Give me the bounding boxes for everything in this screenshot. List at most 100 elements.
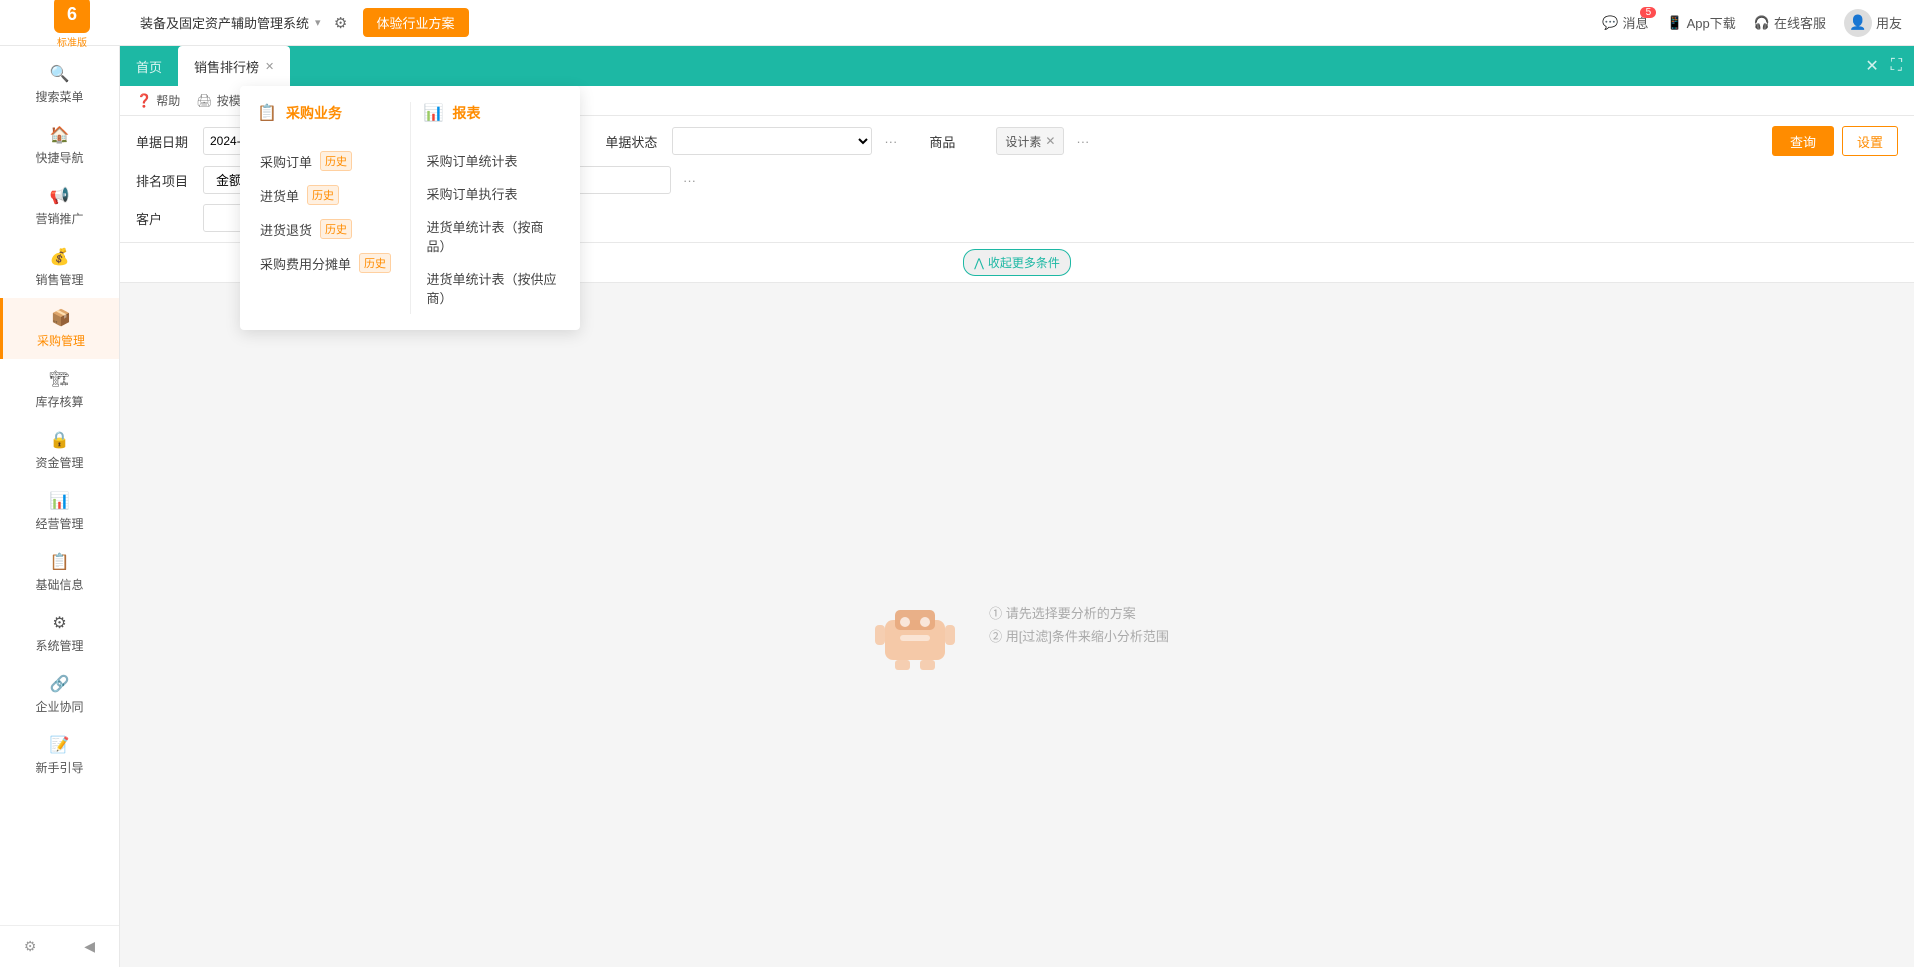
sidebar-item-quick-label: 快捷导航 [35, 149, 83, 166]
help-icon: ❓ [136, 93, 152, 109]
tab-sales-rank-label: 销售排行榜 [194, 57, 259, 76]
sidebar-item-basic[interactable]: 📋 基础信息 [0, 542, 119, 603]
system-title-area: 装备及固定资产辅助管理系统 ▾ ⚙ [140, 9, 355, 37]
tab-home[interactable]: 首页 [120, 46, 178, 86]
main-layout: 🔍 搜索菜单 🏠 快捷导航 📢 营销推广 💰 销售管理 📦 采购管理 🏗 库存核… [0, 46, 1914, 967]
sidebar-item-collab-label: 企业协同 [35, 698, 83, 715]
logo-icon: 6 [54, 0, 90, 33]
collapse-btn-label: 收起更多条件 [988, 254, 1060, 271]
dropdown-item-inbound-supplier-label: 进货单统计表（按供应商） [427, 269, 561, 307]
setting-btn[interactable]: 设置 [1842, 126, 1898, 156]
sidebar-item-finance-label: 资金管理 [35, 454, 83, 471]
sidebar-item-newbie-label: 新手引导 [35, 759, 83, 776]
online-service-btn[interactable]: 🎧 在线客服 [1754, 13, 1826, 32]
app-download-btn[interactable]: 📱 App下载 [1666, 13, 1735, 32]
inventory-icon: 🏗 [49, 369, 69, 389]
purchase-dropdown-menu: 📋 采购业务 采购订单 历史 进货单 历史 进货退货 历史 采购费用分摊单 [240, 86, 580, 330]
goods-tag: 设计素 ✕ [996, 127, 1064, 155]
dropdown-item-order-exec[interactable]: 采购订单执行表 [423, 177, 565, 210]
avatar: 👤 [1844, 9, 1872, 37]
logo-area: 6 标准版 [12, 0, 132, 49]
sales-icon: 💰 [50, 247, 70, 267]
dropdown-item-expense-label: 采购费用分摊单 [260, 254, 351, 273]
message-icon: 💬 [1602, 15, 1618, 31]
goods-tag-text: 设计素 [1005, 133, 1041, 150]
dropdown-item-order-stats[interactable]: 采购订单统计表 [423, 144, 565, 177]
sidebar-item-newbie[interactable]: 📝 新手引导 [0, 725, 119, 786]
sidebar-item-finance[interactable]: 🔒 资金管理 [0, 420, 119, 481]
sidebar-item-search[interactable]: 🔍 搜索菜单 [0, 54, 119, 115]
operation-icon: 📊 [50, 491, 70, 511]
sidebar-item-inventory-label: 库存核算 [35, 393, 83, 410]
status-label: 单据状态 [605, 132, 660, 151]
collab-icon: 🔗 [50, 674, 70, 694]
dropdown-item-return-label: 进货退货 [260, 220, 312, 239]
sidebar: 🔍 搜索菜单 🏠 快捷导航 📢 营销推广 💰 销售管理 📦 采购管理 🏗 库存核… [0, 46, 120, 967]
online-service-label: 在线客服 [1774, 13, 1826, 32]
collapse-btn[interactable]: ⋀ 收起更多条件 [963, 249, 1071, 276]
sidebar-item-operation[interactable]: 📊 经营管理 [0, 481, 119, 542]
dropdown-item-purchase-order-label: 采购订单 [260, 152, 312, 171]
tab-close-icon[interactable]: ✕ [265, 60, 274, 73]
status-select[interactable] [672, 127, 872, 155]
purchase-col-title-label: 采购业务 [286, 103, 342, 123]
sidebar-item-sales[interactable]: 💰 销售管理 [0, 237, 119, 298]
settings-icon[interactable]: ⚙ [327, 9, 355, 37]
purchase-col-icon: 📋 [256, 102, 278, 124]
return-history-tag: 历史 [320, 219, 352, 239]
app-download-label: App下载 [1687, 13, 1736, 32]
industry-btn[interactable]: 体验行业方案 [363, 8, 469, 37]
goods-label: 商品 [929, 132, 984, 151]
headset-icon: 🎧 [1754, 15, 1770, 31]
finance-icon: 🔒 [50, 430, 70, 450]
top-bar: 6 标准版 装备及固定资产辅助管理系统 ▾ ⚙ 体验行业方案 💬 消息 5 📱 … [0, 0, 1914, 46]
sidebar-collapse-btn[interactable]: ◀ [84, 938, 95, 955]
print-icon: 🖨 [196, 93, 213, 109]
sidebar-bottom: ⚙ ◀ [0, 925, 119, 967]
marketing-icon: 📢 [50, 186, 70, 206]
tab-expand-btn[interactable]: ⛶ [1887, 53, 1906, 79]
report-col-title: 📊 报表 [423, 102, 565, 130]
message-btn[interactable]: 💬 消息 5 [1602, 13, 1648, 32]
report-col-icon: 📊 [423, 102, 445, 124]
empty-hint1: ① 请先选择要分析的方案 [989, 602, 1169, 625]
tab-sales-rank[interactable]: 销售排行榜 ✕ [178, 46, 290, 86]
inbound-history-tag: 历史 [307, 185, 339, 205]
help-btn[interactable]: ❓ 帮助 [136, 92, 180, 109]
empty-illustration [865, 580, 965, 670]
query-btn[interactable]: 查询 [1772, 126, 1834, 156]
sidebar-settings-btn[interactable]: ⚙ [24, 938, 37, 955]
dropdown-item-inbound[interactable]: 进货单 历史 [256, 178, 398, 212]
sidebar-item-quick[interactable]: 🏠 快捷导航 [0, 115, 119, 176]
home-icon: 🏠 [50, 125, 70, 145]
logo-subtitle: 标准版 [57, 34, 87, 49]
dropdown-item-inbound-goods[interactable]: 进货单统计表（按商品） [423, 210, 565, 262]
title-dropdown-icon[interactable]: ▾ [315, 16, 321, 29]
dropdown-item-inbound-supplier[interactable]: 进货单统计表（按供应商） [423, 262, 565, 314]
sidebar-item-collab[interactable]: 🔗 企业协同 [0, 664, 119, 725]
sidebar-item-inventory[interactable]: 🏗 库存核算 [0, 359, 119, 420]
purchase-icon: 📦 [51, 308, 71, 328]
purchase-business-col: 📋 采购业务 采购订单 历史 进货单 历史 进货退货 历史 采购费用分摊单 [256, 102, 398, 314]
goods-dots-btn[interactable]: ··· [1076, 134, 1089, 149]
dropdown-item-expense[interactable]: 采购费用分摊单 历史 [256, 246, 398, 280]
dropdown-item-return[interactable]: 进货退货 历史 [256, 212, 398, 246]
user-area[interactable]: 👤 用友 [1844, 9, 1902, 37]
sidebar-item-sales-label: 销售管理 [35, 271, 83, 288]
tab-close-all-btn[interactable]: ✕ [1861, 52, 1882, 80]
status-dots-btn[interactable]: ··· [884, 134, 897, 149]
newbie-icon: 📝 [50, 735, 70, 755]
goods-tag-remove[interactable]: ✕ [1045, 134, 1055, 148]
sidebar-item-marketing-label: 营销推广 [35, 210, 83, 227]
sidebar-item-system[interactable]: ⚙ 系统管理 [0, 603, 119, 664]
dropdown-item-purchase-order[interactable]: 采购订单 历史 [256, 144, 398, 178]
sidebar-item-purchase[interactable]: 📦 采购管理 [0, 298, 119, 359]
tab-bar-right: ✕ ⛶ [1861, 52, 1914, 80]
salesperson-dots-btn[interactable]: ··· [683, 173, 696, 188]
sidebar-item-marketing[interactable]: 📢 营销推广 [0, 176, 119, 237]
search-icon: 🔍 [50, 64, 70, 84]
report-col: 📊 报表 采购订单统计表 采购订单执行表 进货单统计表（按商品） 进货单统计表（… [423, 102, 565, 314]
user-name: 用友 [1876, 13, 1902, 32]
dropdown-item-inbound-goods-label: 进货单统计表（按商品） [427, 217, 561, 255]
dropdown-item-order-stats-label: 采购订单统计表 [427, 151, 518, 170]
